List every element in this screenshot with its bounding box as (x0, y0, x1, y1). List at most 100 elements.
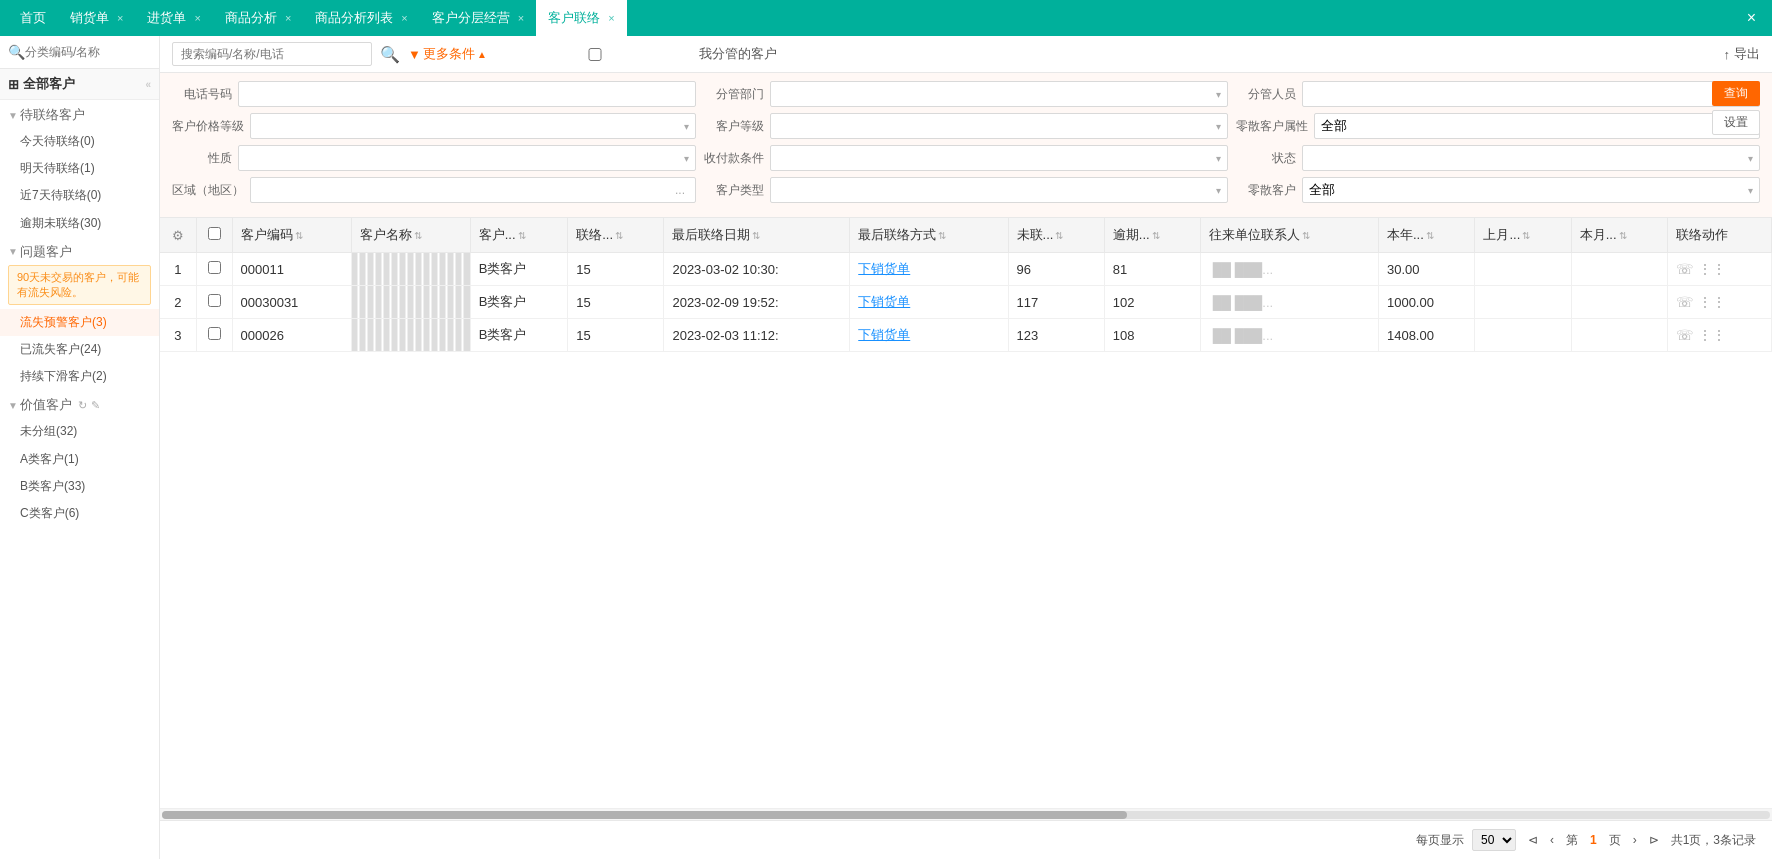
scrollbar-thumb[interactable] (162, 811, 1127, 819)
row-last-method-2[interactable]: 下销货单 (850, 319, 1008, 352)
nav-home[interactable]: 首页 (8, 0, 58, 36)
action-contact-icon-0[interactable]: ☏ (1676, 261, 1694, 277)
more-conditions-btn[interactable]: ▼ 更多条件 ▲ (408, 45, 487, 63)
sidebar-all-customers[interactable]: ⊞ 全部客户 « (0, 69, 159, 100)
col-settings-header[interactable]: ⚙ (160, 218, 196, 253)
col-contacts-header[interactable]: 联络...⇅ (568, 218, 664, 253)
dept-select[interactable]: ▾ (770, 81, 1228, 107)
value-refresh-icon[interactable]: ↻ (78, 399, 87, 412)
payment-select[interactable]: ▾ (770, 145, 1228, 171)
col-checkbox-header[interactable] (196, 218, 232, 253)
select-all-checkbox[interactable] (208, 227, 221, 240)
nav-customer-layer-close[interactable]: × (518, 0, 524, 36)
row-checkbox-0[interactable] (208, 261, 221, 274)
action-more-icon-0[interactable]: ⋮⋮ (1698, 261, 1726, 277)
sidebar-section-problem[interactable]: ▼ 问题客户 (0, 237, 159, 265)
cust-grade-select[interactable]: ▾ (770, 113, 1228, 139)
cust-type-select[interactable]: ▾ (770, 177, 1228, 203)
query-button[interactable]: 查询 (1712, 81, 1760, 106)
per-page-select[interactable]: 50 (1472, 829, 1516, 851)
nav-product-analysis[interactable]: 商品分析 × (213, 0, 303, 36)
row-lastmonth-0 (1475, 253, 1571, 286)
search-input[interactable] (172, 42, 372, 66)
nav-customer-contact[interactable]: 客户联络 × (536, 0, 626, 36)
table-settings-icon[interactable]: ⚙ (172, 228, 184, 243)
nav-purchase[interactable]: 进货单 × (135, 0, 212, 36)
action-contact-icon-1[interactable]: ☏ (1676, 294, 1694, 310)
horizontal-scrollbar[interactable] (160, 808, 1772, 820)
phone-input[interactable] (238, 81, 696, 107)
col-type-header[interactable]: 客户...⇅ (470, 218, 567, 253)
window-close-btn[interactable]: × (1739, 9, 1764, 27)
my-customers-checkbox[interactable] (495, 48, 695, 61)
nav-customer-layer[interactable]: 客户分层经营 × (420, 0, 536, 36)
col-overdue-header[interactable]: 逾期...⇅ (1104, 218, 1200, 253)
nav-sales[interactable]: 销货单 × (58, 0, 135, 36)
sidebar-item-churn-warning[interactable]: 流失预警客户(3) (0, 309, 159, 336)
action-more-icon-1[interactable]: ⋮⋮ (1698, 294, 1726, 310)
last-method-link-1[interactable]: 下销货单 (858, 294, 910, 309)
row-checkbox-2[interactable] (208, 327, 221, 340)
price-grade-select[interactable]: ▾ (250, 113, 696, 139)
page-last-btn[interactable]: ⊳ (1645, 831, 1663, 849)
page-prev-btn[interactable]: ‹ (1546, 831, 1558, 849)
retail-select[interactable]: 全部 ▾ (1302, 177, 1760, 203)
col-nocontact-header[interactable]: 未联...⇅ (1008, 218, 1104, 253)
nav-customer-contact-close[interactable]: × (608, 0, 614, 36)
col-thisyear-header[interactable]: 本年...⇅ (1378, 218, 1474, 253)
sidebar-item-tomorrow[interactable]: 明天待联络(1) (0, 155, 159, 182)
sidebar-item-ungroup[interactable]: 未分组(32) (0, 418, 159, 445)
pagination-nav: ⊲ ‹ 第 1 页 › ⊳ 共1页，3条记录 (1524, 830, 1760, 851)
action-contact-icon-2[interactable]: ☏ (1676, 327, 1694, 343)
region-more-icon[interactable]: ... (671, 183, 689, 197)
sidebar-item-class-c[interactable]: C类客户(6) (0, 500, 159, 527)
scatter-attr-select[interactable]: 全部 ▾ (1314, 113, 1760, 139)
row-checkbox-cell-1[interactable] (196, 286, 232, 319)
sidebar-item-churned[interactable]: 已流失客户(24) (0, 336, 159, 363)
nav-product-close[interactable]: × (285, 0, 291, 36)
nav-product-list-close[interactable]: × (401, 0, 407, 36)
col-thismonth-header[interactable]: 本月...⇅ (1571, 218, 1667, 253)
nav-product-list[interactable]: 商品分析列表 × (303, 0, 419, 36)
last-method-link-2[interactable]: 下销货单 (858, 327, 910, 342)
sidebar-item-overdue[interactable]: 逾期未联络(30) (0, 210, 159, 237)
row-checkbox-1[interactable] (208, 294, 221, 307)
sidebar-item-class-a[interactable]: A类客户(1) (0, 446, 159, 473)
sidebar-item-today[interactable]: 今天待联络(0) (0, 128, 159, 155)
page-next-btn[interactable]: › (1629, 831, 1641, 849)
sidebar-section-pending[interactable]: ▼ 待联络客户 (0, 100, 159, 128)
row-last-method-1[interactable]: 下销货单 (850, 286, 1008, 319)
col-name-header[interactable]: 客户名称⇅ (351, 218, 470, 253)
search-button[interactable]: 🔍 (380, 45, 400, 64)
nature-select[interactable]: ▾ (238, 145, 696, 171)
type-sort-icon: ⇅ (518, 230, 526, 241)
my-customers-checkbox-label[interactable]: 我分管的客户 (495, 45, 777, 63)
row-last-method-0[interactable]: 下销货单 (850, 253, 1008, 286)
sidebar-search-input[interactable] (25, 45, 151, 59)
manager-select[interactable]: ... (1302, 81, 1760, 107)
settings-button[interactable]: 设置 (1712, 110, 1760, 135)
row-checkbox-cell-2[interactable] (196, 319, 232, 352)
col-lastmonth-header[interactable]: 上月...⇅ (1475, 218, 1571, 253)
nav-purchase-close[interactable]: × (194, 0, 200, 36)
dept-arrow-icon: ▾ (1216, 89, 1221, 100)
sidebar-item-7days[interactable]: 近7天待联络(0) (0, 182, 159, 209)
col-last-date-header[interactable]: 最后联络日期⇅ (664, 218, 850, 253)
sidebar-item-class-b[interactable]: B类客户(33) (0, 473, 159, 500)
grid-icon: ⊞ (8, 77, 19, 92)
region-select[interactable]: ... (250, 177, 696, 203)
nav-sales-close[interactable]: × (117, 0, 123, 36)
row-checkbox-cell-0[interactable] (196, 253, 232, 286)
sidebar-item-declining[interactable]: 持续下滑客户(2) (0, 363, 159, 390)
row-nocontact-1: 117 (1008, 286, 1104, 319)
col-code-header[interactable]: 客户编码⇅ (232, 218, 351, 253)
col-person-header[interactable]: 往来单位联系人⇅ (1201, 218, 1379, 253)
sidebar-section-value[interactable]: ▼ 价值客户 ↻ ✎ (0, 390, 159, 418)
action-more-icon-2[interactable]: ⋮⋮ (1698, 327, 1726, 343)
page-first-btn[interactable]: ⊲ (1524, 831, 1542, 849)
export-button[interactable]: ↑ 导出 (1724, 45, 1761, 63)
last-method-link-0[interactable]: 下销货单 (858, 261, 910, 276)
col-last-method-header[interactable]: 最后联络方式⇅ (850, 218, 1008, 253)
status-select[interactable]: ▾ (1302, 145, 1760, 171)
value-edit-icon[interactable]: ✎ (91, 399, 100, 412)
